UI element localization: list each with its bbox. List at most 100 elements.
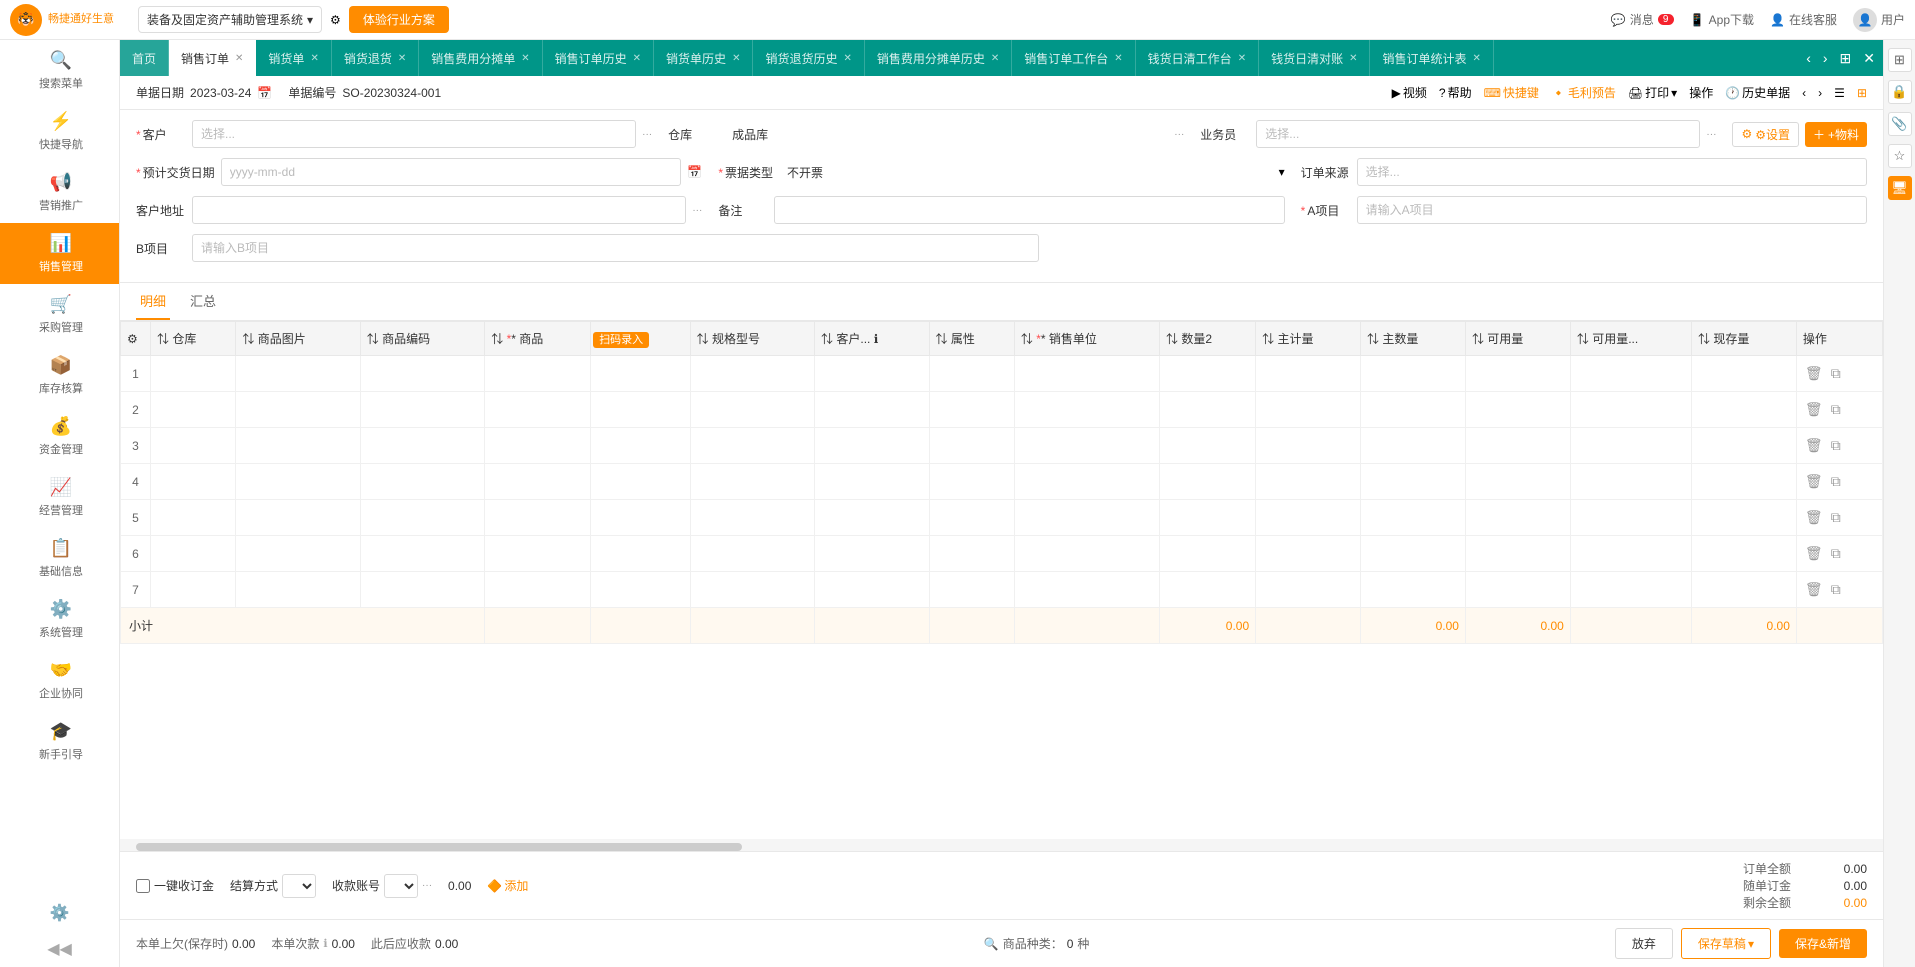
row-product-image[interactable] [236, 536, 360, 572]
history-btn[interactable]: 🕐 历史单据 [1725, 84, 1790, 101]
tab-close-all-btn[interactable]: ✕ [1859, 46, 1879, 71]
one-click-checkbox[interactable] [136, 879, 150, 893]
row-customer-code[interactable] [815, 536, 930, 572]
th-available2[interactable]: ⇅ 可用量... [1570, 322, 1691, 356]
row-qty2[interactable] [1159, 392, 1255, 428]
row-product-code[interactable] [360, 428, 484, 464]
row-main-qty[interactable] [1361, 536, 1466, 572]
tab-return-history[interactable]: 销货退货历史 ✕ [753, 40, 864, 76]
row-product-image[interactable] [236, 500, 360, 536]
row-unit[interactable] [1014, 572, 1159, 608]
close-icon[interactable]: ✕ [398, 53, 406, 64]
date-picker-btn[interactable]: 📅 [257, 86, 272, 100]
row-available2[interactable] [1570, 356, 1691, 392]
row-product-code[interactable] [360, 536, 484, 572]
list-view-btn[interactable]: ☰ [1834, 86, 1845, 100]
close-icon[interactable]: ✕ [633, 53, 641, 64]
row-main-unit[interactable] [1256, 464, 1361, 500]
add-footer-btn[interactable]: 🔶 添加 [487, 877, 528, 894]
nav-next-btn[interactable]: › [1818, 86, 1822, 100]
row-product[interactable] [485, 536, 591, 572]
copy-row-btn[interactable]: ⧉ [1829, 363, 1843, 384]
row-product-code[interactable] [360, 392, 484, 428]
tab-cash-workbench[interactable]: 钱货日清工作台 ✕ [1136, 40, 1259, 76]
tab-sales-order[interactable]: 销售订单 ✕ [169, 40, 256, 76]
tab-next-btn[interactable]: › [1819, 46, 1832, 70]
row-customer-code[interactable] [815, 392, 930, 428]
tab-reconciliation[interactable]: 钱货日清对账 ✕ [1259, 40, 1370, 76]
row-spec[interactable] [690, 500, 814, 536]
copy-row-btn[interactable]: ⧉ [1829, 399, 1843, 420]
row-unit[interactable] [1014, 536, 1159, 572]
a-project-input[interactable] [1357, 196, 1867, 224]
delivery-date-input[interactable] [221, 158, 682, 186]
sidebar-item-enterprise[interactable]: 🤝 企业协同 [0, 650, 119, 711]
row-available2[interactable] [1570, 428, 1691, 464]
delete-row-btn[interactable]: 🗑 [1803, 543, 1825, 564]
row-product-image[interactable] [236, 464, 360, 500]
sidebar-item-purchase[interactable]: 🛒 采购管理 [0, 284, 119, 345]
tab-summary[interactable]: 汇总 [186, 283, 220, 320]
payment-method-select[interactable] [282, 874, 316, 898]
row-product[interactable] [485, 572, 591, 608]
row-attribute[interactable] [929, 428, 1014, 464]
tab-detail[interactable]: 明细 [136, 283, 170, 320]
tab-sales-order-history[interactable]: 销售订单历史 ✕ [543, 40, 654, 76]
row-customer-code[interactable] [815, 464, 930, 500]
row-attribute[interactable] [929, 464, 1014, 500]
sidebar-item-search[interactable]: 🔍 搜索菜单 [0, 40, 119, 101]
tab-order-workbench[interactable]: 销售订单工作台 ✕ [1012, 40, 1135, 76]
sidebar-item-inventory[interactable]: 📦 库存核算 [0, 345, 119, 406]
app-selector[interactable]: 装备及固定资产辅助管理系统 ▾ [138, 6, 322, 33]
row-main-qty[interactable] [1361, 428, 1466, 464]
sidebar-item-finance[interactable]: 💰 资金管理 [0, 406, 119, 467]
row-warehouse[interactable] [151, 464, 236, 500]
row-available2[interactable] [1570, 392, 1691, 428]
row-attribute[interactable] [929, 500, 1014, 536]
online-service-btn[interactable]: 👤 在线客服 [1770, 11, 1837, 28]
message-btn[interactable]: 💬 消息 9 [1611, 11, 1674, 28]
customer-expand-icon[interactable]: ··· [642, 129, 652, 140]
delete-row-btn[interactable]: 🗑 [1803, 399, 1825, 420]
sidebar-item-system[interactable]: ⚙️ 系统管理 [0, 589, 119, 650]
delete-row-btn[interactable]: 🗑 [1803, 363, 1825, 384]
th-scan[interactable]: 扫码录入 [591, 322, 690, 356]
add-item-btn[interactable]: ＋ +物料 [1805, 122, 1867, 147]
row-available[interactable] [1465, 536, 1570, 572]
row-available2[interactable] [1570, 500, 1691, 536]
close-icon[interactable]: ✕ [991, 53, 999, 64]
tab-home[interactable]: 首页 [120, 40, 169, 76]
row-main-qty[interactable] [1361, 464, 1466, 500]
th-product[interactable]: ⇅ ** 商品 [485, 322, 591, 356]
sidebar-collapse-btn[interactable]: ◀◀ [0, 931, 119, 967]
row-customer-code[interactable] [815, 356, 930, 392]
row-attribute[interactable] [929, 572, 1014, 608]
settings-icon-btn[interactable]: ⚙ [330, 13, 341, 27]
row-product[interactable] [485, 428, 591, 464]
row-current-stock[interactable] [1692, 500, 1797, 536]
salesperson-expand-icon[interactable]: ··· [1706, 129, 1716, 140]
tab-invoice-history[interactable]: 销货单历史 ✕ [654, 40, 753, 76]
plan-button[interactable]: 体验行业方案 [349, 6, 449, 33]
row-product-code[interactable] [360, 356, 484, 392]
row-qty2[interactable] [1159, 500, 1255, 536]
row-product-code[interactable] [360, 572, 484, 608]
print-btn[interactable]: 🖨 打印 ▾ [1628, 84, 1677, 101]
row-product-code[interactable] [360, 464, 484, 500]
close-icon[interactable]: ✕ [521, 53, 529, 64]
customer-input[interactable] [192, 120, 636, 148]
tab-prev-btn[interactable]: ‹ [1802, 46, 1815, 70]
remark-input[interactable] [774, 196, 1284, 224]
invoice-type-expand-btn[interactable]: ▾ [1279, 165, 1285, 179]
scroll-thumb[interactable] [136, 843, 742, 851]
row-current-stock[interactable] [1692, 428, 1797, 464]
tab-expense-history[interactable]: 销售费用分摊单历史 ✕ [865, 40, 1012, 76]
sidebar-item-basic-info[interactable]: 📋 基础信息 [0, 528, 119, 589]
th-gear[interactable]: ⚙ [121, 322, 151, 356]
row-current-stock[interactable] [1692, 536, 1797, 572]
row-main-qty[interactable] [1361, 572, 1466, 608]
delete-row-btn[interactable]: 🗑 [1803, 579, 1825, 600]
copy-row-btn[interactable]: ⧉ [1829, 435, 1843, 456]
row-main-unit[interactable] [1256, 500, 1361, 536]
sidebar-item-operations[interactable]: 📈 经营管理 [0, 467, 119, 528]
